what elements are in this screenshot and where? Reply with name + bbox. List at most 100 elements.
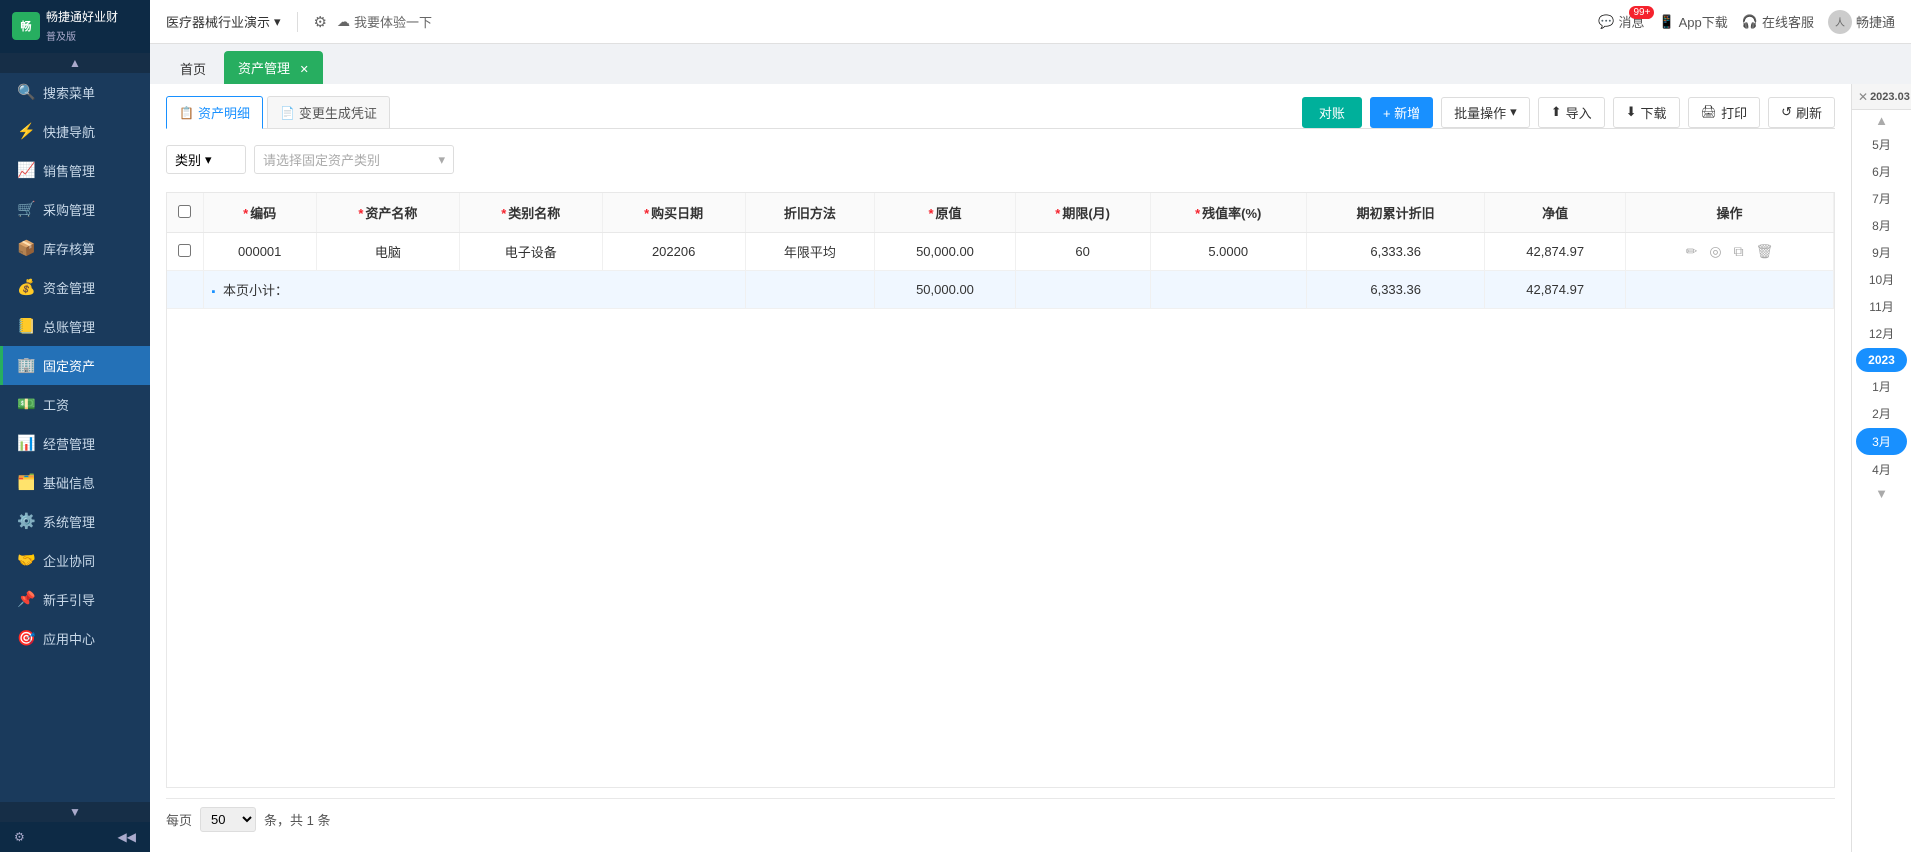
sidebar-item-finance[interactable]: 💰 资金管理 xyxy=(0,268,150,307)
asset-table-wrap: *编码 *资产名称 *类别名称 *购买日期 折旧方法 *原值 *期限(月) *残… xyxy=(166,192,1835,788)
sidebar-item-search[interactable]: 🔍 搜索菜单 xyxy=(0,73,150,112)
filter-category-label: 类别 xyxy=(175,150,201,169)
category-dropdown[interactable]: 请选择固定资产类别 ▾ xyxy=(254,145,454,174)
delete-icon[interactable]: 🗑 xyxy=(1753,242,1777,261)
content-area: 📋 资产明细 📄 变更生成凭证 对账 + 新增 批量操作 xyxy=(150,84,1911,852)
print-button[interactable]: 🖨 打印 xyxy=(1688,97,1761,128)
month-3-current[interactable]: 3月 xyxy=(1856,428,1907,455)
sidebar-item-label: 库存核算 xyxy=(43,239,95,258)
cell-checkbox[interactable] xyxy=(167,233,203,271)
voucher-icon: 📄 xyxy=(280,106,295,120)
month-9[interactable]: 9月 xyxy=(1852,239,1911,266)
import-button[interactable]: ⬆ 导入 xyxy=(1538,97,1605,128)
sidebar-scroll-up[interactable]: ▲ xyxy=(0,53,150,73)
copy-icon[interactable]: ⧉ xyxy=(1731,242,1747,261)
download-icon: 📱 xyxy=(1658,14,1674,30)
total-count: 条，共 1 条 xyxy=(264,810,330,829)
tab-close-icon[interactable]: ✕ xyxy=(300,64,309,76)
avatar: 人 xyxy=(1828,10,1852,34)
month-4[interactable]: 4月 xyxy=(1852,456,1911,483)
subtab-label: 资产明细 xyxy=(198,103,250,122)
system-icon: ⚙️ xyxy=(17,512,35,530)
sidebar-item-ledger[interactable]: 📒 总账管理 xyxy=(0,307,150,346)
subtotal-actions xyxy=(1625,271,1833,309)
message-icon: 💬 xyxy=(1598,14,1614,30)
subtotal-label-cell: ▪ 本页小计： xyxy=(203,271,745,309)
month-11[interactable]: 11月 xyxy=(1852,293,1911,320)
cell-original-value: 50,000.00 xyxy=(875,233,1016,271)
filter-placeholder: 请选择固定资产类别 xyxy=(263,150,380,169)
sidebar-item-payroll[interactable]: 💵 工资 xyxy=(0,385,150,424)
month-7[interactable]: 7月 xyxy=(1852,185,1911,212)
cell-category: 电子设备 xyxy=(459,233,602,271)
messages-button[interactable]: 💬 消息 99+ xyxy=(1598,12,1644,31)
sidebar-item-label: 工资 xyxy=(43,395,69,414)
sidebar-item-label: 系统管理 xyxy=(43,512,95,531)
month-2[interactable]: 2月 xyxy=(1852,400,1911,427)
year-label-2023[interactable]: 2023 xyxy=(1856,348,1907,372)
right-panel-header: ✕ 2023.03 ⤢ xyxy=(1852,84,1911,110)
month-8[interactable]: 8月 xyxy=(1852,212,1911,239)
right-panel-close-icon[interactable]: ✕ xyxy=(1856,89,1870,105)
category-type-select[interactable]: 类别 ▾ xyxy=(166,145,246,174)
new-button[interactable]: + 新增 xyxy=(1370,97,1433,128)
app-download-button[interactable]: 📱 App下载 xyxy=(1658,12,1727,31)
sales-icon: 📈 xyxy=(17,161,35,179)
sidebar-item-guide[interactable]: 📌 新手引导 xyxy=(0,580,150,619)
select-all-checkbox[interactable] xyxy=(178,205,191,218)
cell-depreciation-method: 年限平均 xyxy=(745,233,875,271)
right-panel-up-arrow[interactable]: ▲ xyxy=(1852,110,1911,131)
sidebar-item-label: 应用中心 xyxy=(43,629,95,648)
month-6[interactable]: 6月 xyxy=(1852,158,1911,185)
sidebar-item-quick-nav[interactable]: ⚡ 快捷导航 xyxy=(0,112,150,151)
month-1[interactable]: 1月 xyxy=(1852,373,1911,400)
sidebar-item-purchase[interactable]: 🛒 采购管理 xyxy=(0,190,150,229)
download-button[interactable]: ⬇ 下载 xyxy=(1613,97,1680,128)
refresh-button[interactable]: ↺ 刷新 xyxy=(1768,97,1835,128)
sidebar-item-label: 资金管理 xyxy=(43,278,95,297)
sidebar-item-enterprise[interactable]: 🤝 企业协同 xyxy=(0,541,150,580)
sidebar-item-system[interactable]: ⚙️ 系统管理 xyxy=(0,502,150,541)
company-selector[interactable]: 医疗器械行业演示 ▾ xyxy=(166,12,281,31)
feedback-button[interactable]: ☁ 我要体验一下 xyxy=(337,12,432,31)
col-residual-rate: *残值率(%) xyxy=(1150,193,1306,233)
month-5[interactable]: 5月 xyxy=(1852,131,1911,158)
row-checkbox[interactable] xyxy=(178,244,191,257)
sidebar-item-inventory[interactable]: 📦 库存核算 xyxy=(0,229,150,268)
page-size-select[interactable]: 50 10 20 100 xyxy=(200,807,256,832)
collapse-icon[interactable]: ◀◀ xyxy=(118,830,136,844)
customer-service-button[interactable]: 🎧 在线客服 xyxy=(1742,12,1814,31)
subtab-asset-detail[interactable]: 📋 资产明细 xyxy=(166,96,263,129)
month-10[interactable]: 10月 xyxy=(1852,266,1911,293)
month-12[interactable]: 12月 xyxy=(1852,320,1911,347)
sidebar-item-operations[interactable]: 📊 经营管理 xyxy=(0,424,150,463)
edit-icon[interactable]: ✏ xyxy=(1683,242,1701,261)
user-menu[interactable]: 人 畅捷通 xyxy=(1828,10,1895,34)
right-panel-down-arrow[interactable]: ▼ xyxy=(1852,483,1911,504)
tab-home[interactable]: 首页 xyxy=(166,53,220,84)
tab-asset-management[interactable]: 资产管理 ✕ xyxy=(224,51,323,84)
guide-icon: 📌 xyxy=(17,590,35,608)
sidebar-item-sales[interactable]: 📈 销售管理 xyxy=(0,151,150,190)
reconcile-button[interactable]: 对账 xyxy=(1302,97,1362,128)
topbar: 医疗器械行业演示 ▾ ⚙ ☁ 我要体验一下 💬 消息 99+ 📱 App下载 🎧… xyxy=(150,0,1911,44)
sidebar-scroll-down[interactable]: ▼ xyxy=(0,802,150,822)
cell-purchase-date: 202206 xyxy=(602,233,745,271)
print-icon: 🖨 xyxy=(1701,104,1718,120)
batch-button[interactable]: 批量操作 ▾ xyxy=(1441,97,1530,128)
depreciate-icon[interactable]: ◎ xyxy=(1706,242,1724,261)
sidebar-item-label: 搜索菜单 xyxy=(43,83,95,102)
sidebar-item-label: 固定资产 xyxy=(43,356,95,375)
sidebar-item-label: 新手引导 xyxy=(43,590,95,609)
sidebar-item-basic-info[interactable]: 🗂️ 基础信息 xyxy=(0,463,150,502)
chevron-down-icon: ▾ xyxy=(274,14,281,30)
settings-icon[interactable]: ⚙ xyxy=(14,830,25,844)
ledger-icon: 📒 xyxy=(17,317,35,335)
subtab-voucher-gen[interactable]: 📄 变更生成凭证 xyxy=(267,96,390,128)
sidebar-item-app-center[interactable]: 🎯 应用中心 xyxy=(0,619,150,658)
gear-button[interactable]: ⚙ xyxy=(314,13,327,31)
quick-nav-icon: ⚡ xyxy=(17,122,35,140)
sidebar-item-fixed-assets[interactable]: 🏢 固定资产 xyxy=(0,346,150,385)
sidebar-nav: 🔍 搜索菜单 ⚡ 快捷导航 📈 销售管理 🛒 采购管理 📦 库存核算 💰 资金管… xyxy=(0,73,150,802)
subtotal-checkbox-cell xyxy=(167,271,203,309)
